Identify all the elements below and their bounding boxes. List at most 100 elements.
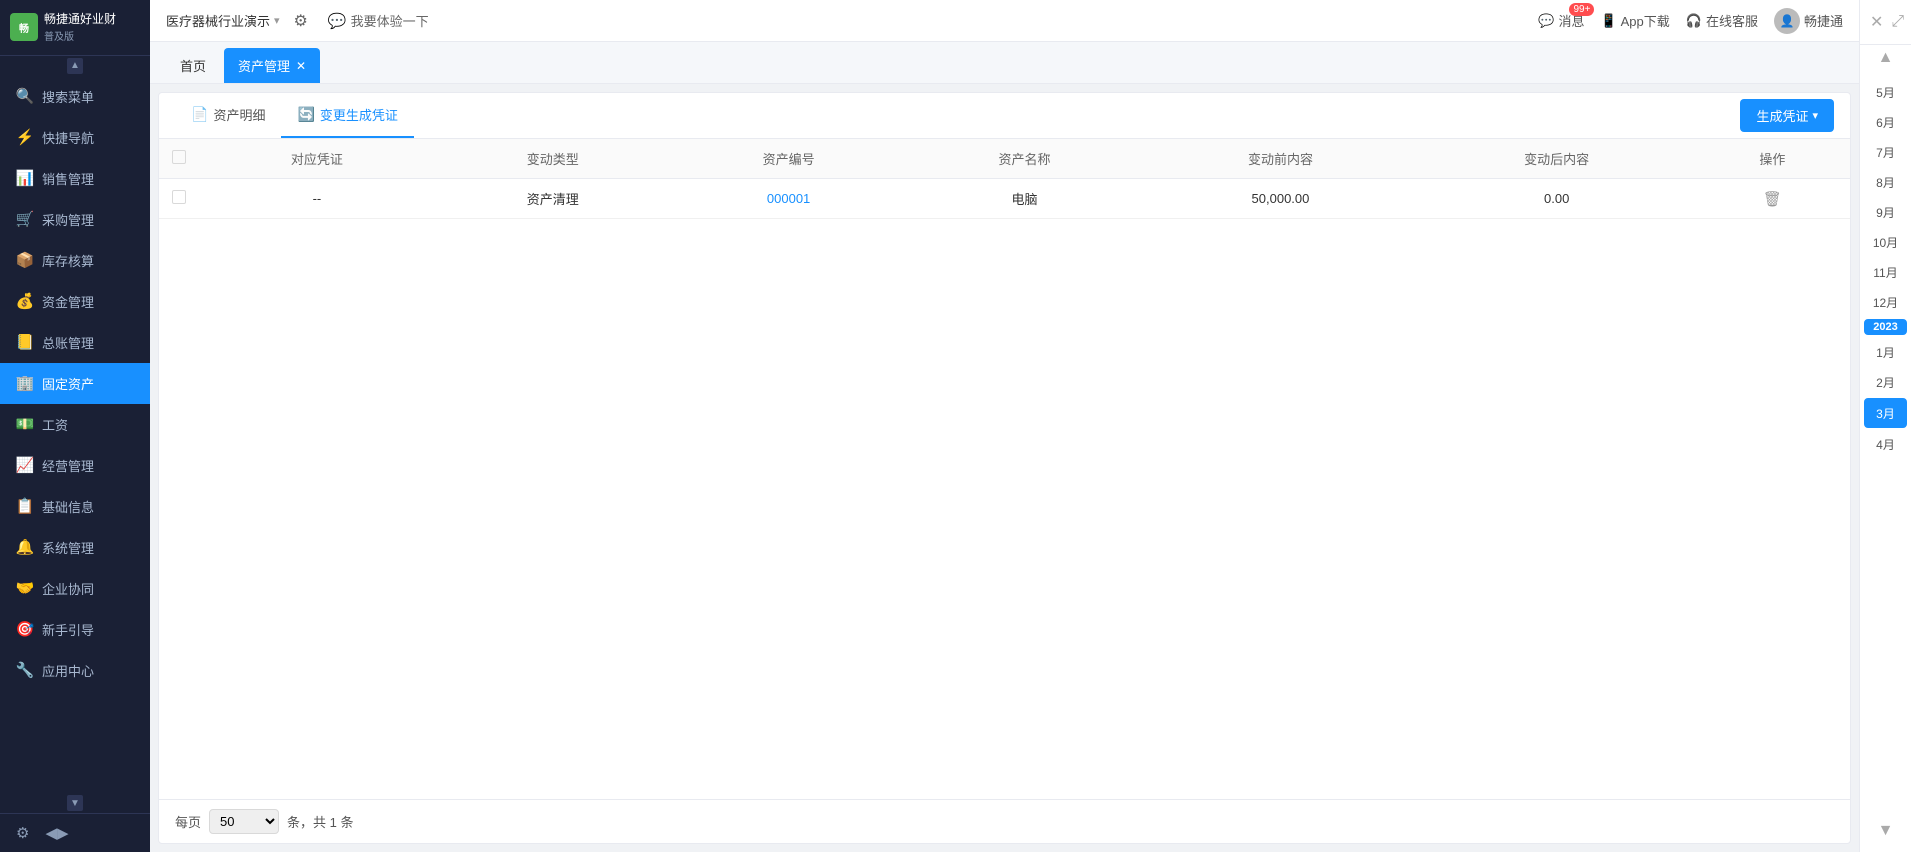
month-list: 5月 6月 7月 8月 9月 10月 11月 12月 2023 1月 2月 3月… xyxy=(1860,71,1911,818)
month-7[interactable]: 7月 xyxy=(1860,137,1911,167)
total-text: 条，共 1 条 xyxy=(287,812,353,831)
messages-badge: 99+ xyxy=(1569,3,1594,16)
collapse-icon[interactable]: ◀▶ xyxy=(45,824,68,842)
sidebar-scroll-up[interactable]: ▲ xyxy=(67,58,83,74)
month-5[interactable]: 5月 xyxy=(1860,77,1911,107)
fixed-assets-icon: 🏢 xyxy=(16,374,34,392)
sidebar-item-system[interactable]: 🔔 系统管理 xyxy=(0,527,150,568)
search-icon: 🔍 xyxy=(16,87,34,105)
sidebar-item-payroll[interactable]: 💵 工资 xyxy=(0,404,150,445)
month-2[interactable]: 2月 xyxy=(1860,367,1911,397)
select-all-checkbox[interactable] xyxy=(172,150,186,164)
month-12[interactable]: 12月 xyxy=(1860,287,1911,317)
sidebar-item-funds[interactable]: 💰 资金管理 xyxy=(0,281,150,322)
month-11[interactable]: 11月 xyxy=(1860,257,1911,287)
operations-icon: 📈 xyxy=(16,456,34,474)
row-asset-name: 电脑 xyxy=(907,179,1143,219)
row-before-content: 50,000.00 xyxy=(1142,179,1418,219)
panel-header: ✕ ⤢ xyxy=(1860,8,1911,45)
inventory-icon: 📦 xyxy=(16,251,34,269)
sidebar-item-basic-info[interactable]: 📋 基础信息 xyxy=(0,486,150,527)
col-after-content: 变动后内容 xyxy=(1419,139,1695,179)
ledger-icon: 📒 xyxy=(16,333,34,351)
customer-service-btn[interactable]: 🎧 在线客服 xyxy=(1686,11,1758,30)
month-9[interactable]: 9月 xyxy=(1860,197,1911,227)
row-checkbox-cell xyxy=(159,179,199,219)
table-footer: 每页 50 10 20 100 条，共 1 条 xyxy=(159,799,1850,843)
trial-icon: 💬 xyxy=(328,12,347,30)
enterprise-icon: 🤝 xyxy=(16,579,34,597)
row-after-content: 0.00 xyxy=(1419,179,1695,219)
panel-up-icon[interactable]: ▲ xyxy=(1874,45,1898,71)
panel-expand-icon[interactable]: ⤢ xyxy=(1887,9,1908,35)
trial-area[interactable]: 💬 我要体验一下 xyxy=(328,11,429,30)
sidebar-item-enterprise[interactable]: 🤝 企业协同 xyxy=(0,568,150,609)
month-6[interactable]: 6月 xyxy=(1860,107,1911,137)
sidebar-bottom: ⚙ ◀▶ xyxy=(0,813,150,852)
app-center-icon: 🔧 xyxy=(16,661,34,679)
messages-icon: 💬 xyxy=(1538,13,1554,29)
row-action-cell: 🗑 xyxy=(1695,179,1850,219)
month-8[interactable]: 8月 xyxy=(1860,167,1911,197)
funds-icon: 💰 xyxy=(16,292,34,310)
logo-subtitle: 普及版 xyxy=(44,28,116,43)
subtab-bar: 📄 资产明细 🔄 变更生成凭证 生成凭证 ▾ xyxy=(159,93,1850,139)
sidebar-item-sales[interactable]: 📊 销售管理 xyxy=(0,158,150,199)
trial-text: 我要体验一下 xyxy=(351,11,429,30)
messages-btn[interactable]: 💬 消息 99+ xyxy=(1538,11,1584,30)
system-icon: 🔔 xyxy=(16,538,34,556)
month-1[interactable]: 1月 xyxy=(1860,337,1911,367)
table-row: -- 资产清理 000001 电脑 50,000.00 0.00 🗑 xyxy=(159,179,1850,219)
guide-icon: 🎯 xyxy=(16,620,34,638)
col-change-type: 变动类型 xyxy=(435,139,671,179)
sidebar-item-search[interactable]: 🔍 搜索菜单 xyxy=(0,76,150,117)
basic-info-icon: 📋 xyxy=(16,497,34,515)
sidebar-item-inventory[interactable]: 📦 库存核算 xyxy=(0,240,150,281)
settings-icon[interactable]: ⚙ xyxy=(16,824,29,842)
customer-service-label: 在线客服 xyxy=(1706,11,1758,30)
delete-icon[interactable]: 🗑 xyxy=(1763,191,1782,208)
sidebar-item-quick-nav[interactable]: ⚡ 快捷导航 xyxy=(0,117,150,158)
row-asset-no: 000001 xyxy=(671,179,907,219)
per-page-label: 每页 xyxy=(175,812,201,831)
panel-close-icon[interactable]: ✕ xyxy=(1866,8,1887,36)
month-10[interactable]: 10月 xyxy=(1860,227,1911,257)
sidebar-item-operations[interactable]: 📈 经营管理 xyxy=(0,445,150,486)
month-4[interactable]: 4月 xyxy=(1860,429,1911,459)
quick-nav-icon: ⚡ xyxy=(16,128,34,146)
app-download-icon: 📱 xyxy=(1600,13,1616,29)
tab-close-icon[interactable]: ✕ xyxy=(296,59,306,73)
sidebar-item-fixed-assets[interactable]: 🏢 固定资产 xyxy=(0,363,150,404)
row-checkbox[interactable] xyxy=(172,190,186,204)
company-chevron-icon[interactable]: ▾ xyxy=(274,14,280,27)
col-before-content: 变动前内容 xyxy=(1142,139,1418,179)
sidebar-nav: 🔍 搜索菜单 ⚡ 快捷导航 📊 销售管理 🛒 采购管理 📦 库存核算 💰 资金管… xyxy=(0,76,150,793)
sidebar-item-guide[interactable]: 🎯 新手引导 xyxy=(0,609,150,650)
col-voucher: 对应凭证 xyxy=(199,139,435,179)
sidebar-item-ledger[interactable]: 📒 总账管理 xyxy=(0,322,150,363)
col-asset-name: 资产名称 xyxy=(907,139,1143,179)
sidebar-item-app-center[interactable]: 🔧 应用中心 xyxy=(0,650,150,691)
subtab-asset-detail[interactable]: 📄 资产明细 xyxy=(175,93,281,138)
tab-asset-mgmt[interactable]: 资产管理 ✕ xyxy=(224,48,320,83)
subtab-change-voucher[interactable]: 🔄 变更生成凭证 xyxy=(281,93,413,138)
topbar-settings-icon[interactable]: ⚙ xyxy=(294,11,308,31)
col-action: 操作 xyxy=(1695,139,1850,179)
tab-home[interactable]: 首页 xyxy=(166,48,220,83)
user-name: 畅捷通 xyxy=(1804,11,1843,30)
main-area: 医疗器械行业演示 ▾ ⚙ 💬 我要体验一下 💬 消息 99+ 📱 App下载 🎧… xyxy=(150,0,1859,852)
panel-down-icon[interactable]: ▼ xyxy=(1874,818,1898,844)
tabbar: 首页 资产管理 ✕ xyxy=(150,42,1859,84)
generate-voucher-button[interactable]: 生成凭证 ▾ xyxy=(1740,99,1834,132)
sidebar-logo: 畅 畅捷通好业财 普及版 xyxy=(0,0,150,56)
customer-service-icon: 🎧 xyxy=(1686,13,1702,29)
sidebar-item-purchase[interactable]: 🛒 采购管理 xyxy=(0,199,150,240)
table-wrap: 对应凭证 变动类型 资产编号 资产名称 变动前内容 变动后内容 操作 xyxy=(159,139,1850,799)
sidebar-scroll-down[interactable]: ▼ xyxy=(67,795,83,811)
month-3-current[interactable]: 3月 xyxy=(1864,398,1907,428)
app-download-btn[interactable]: 📱 App下载 xyxy=(1600,11,1669,30)
sidebar: 畅 畅捷通好业财 普及版 ▲ 🔍 搜索菜单 ⚡ 快捷导航 📊 销售管理 🛒 采购… xyxy=(0,0,150,852)
row-voucher: -- xyxy=(199,179,435,219)
page-size-select[interactable]: 50 10 20 100 xyxy=(209,809,279,834)
user-area[interactable]: 👤 畅捷通 xyxy=(1774,8,1843,34)
